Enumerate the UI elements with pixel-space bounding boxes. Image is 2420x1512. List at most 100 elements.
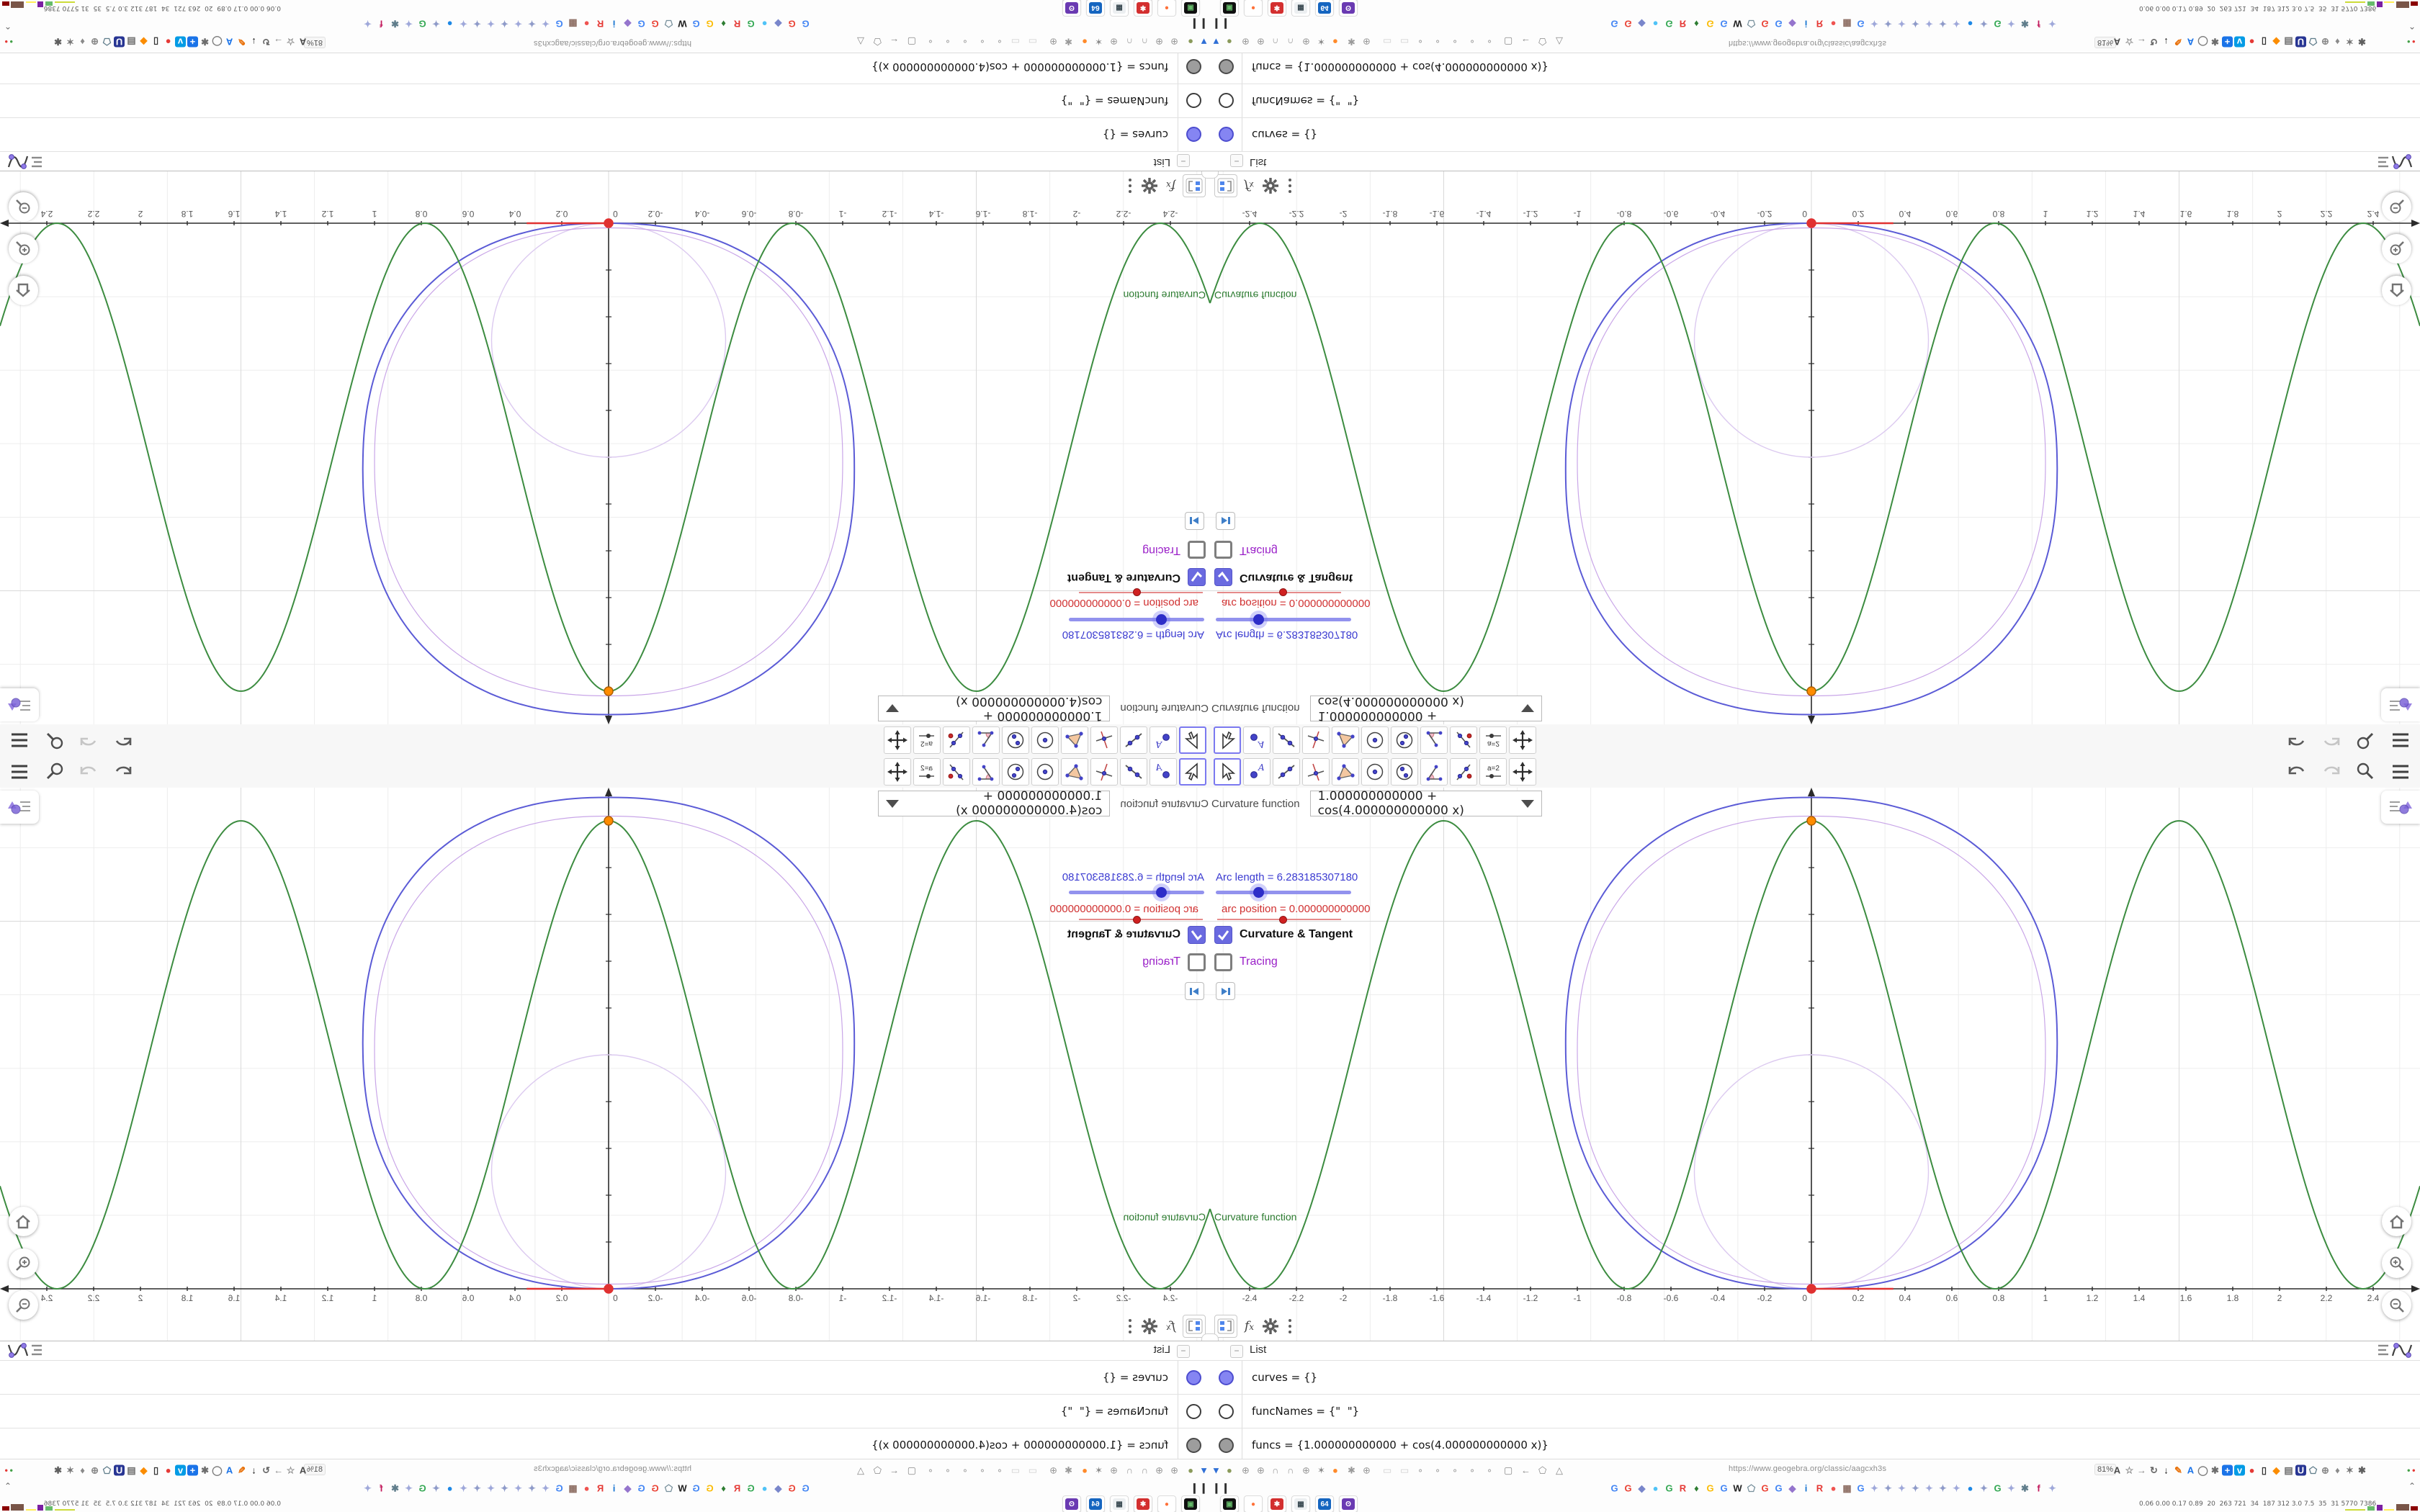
- bookmark-favicon-11[interactable]: G: [1760, 1483, 1770, 1494]
- nav-glyph-2[interactable]: ∘: [997, 37, 1003, 48]
- extension-icon-4[interactable]: ↓: [2161, 37, 2172, 48]
- bookmark-favicon-21[interactable]: ✦: [1896, 1482, 1907, 1494]
- polygon-tool-button[interactable]: [1332, 758, 1359, 786]
- perpendicular-tool-button[interactable]: [1302, 758, 1330, 786]
- taskbar-app-5[interactable]: ʘ: [1339, 1495, 1358, 1512]
- bookmark-favicon-3[interactable]: ●: [759, 19, 770, 30]
- angle-tool-button[interactable]: [1420, 758, 1448, 786]
- extension-icon-14[interactable]: ▤: [2283, 37, 2294, 48]
- menu-button[interactable]: [9, 729, 30, 751]
- split-view-button[interactable]: [1183, 1315, 1206, 1338]
- line-tool-button[interactable]: [1120, 758, 1147, 786]
- arc-length-slider[interactable]: [1069, 887, 1204, 898]
- status-icon-6[interactable]: ⊕: [1302, 37, 1310, 48]
- nav-glyph-6[interactable]: ∘: [928, 1465, 933, 1476]
- arc-position-slider-handle[interactable]: [1133, 916, 1141, 924]
- bookmark-favicon-14[interactable]: i: [609, 1483, 619, 1494]
- extension-icon-15[interactable]: U: [114, 36, 125, 48]
- search-button[interactable]: [2355, 729, 2377, 751]
- extension-icon-17[interactable]: ⊕: [2320, 1464, 2331, 1476]
- extension-icon-12[interactable]: ▯: [151, 1464, 161, 1476]
- home-button[interactable]: [2382, 1207, 2411, 1236]
- status-icon-3[interactable]: ⊕: [1155, 37, 1163, 48]
- circle-tool-button[interactable]: [1031, 726, 1059, 754]
- extension-icon-19[interactable]: ✶: [2344, 37, 2355, 48]
- angle-tool-button[interactable]: [972, 758, 1000, 786]
- extension-icon-14[interactable]: ▤: [126, 1464, 137, 1476]
- bookmark-favicon-25[interactable]: ✦: [458, 19, 469, 30]
- visibility-marble[interactable]: [1218, 1437, 1234, 1453]
- bookmark-favicon-32[interactable]: ✦: [362, 19, 373, 30]
- chevron-up-icon[interactable]: ⌃: [2408, 21, 2416, 31]
- extension-icon-10[interactable]: v: [2234, 1464, 2245, 1476]
- bookmark-favicon-26[interactable]: ●: [1965, 19, 1976, 30]
- status-icon-4[interactable]: ∩: [1272, 37, 1278, 48]
- extension-icon-18[interactable]: ♦: [2332, 1465, 2343, 1476]
- tracing-checkbox[interactable]: [1188, 541, 1206, 559]
- visibility-marble[interactable]: [1218, 93, 1234, 109]
- bookmark-favicon-8[interactable]: G: [1718, 1483, 1729, 1494]
- extension-icon-2[interactable]: →: [2136, 37, 2147, 48]
- bookmark-favicon-31[interactable]: f: [376, 19, 387, 30]
- collapse-list-button[interactable]: −: [1230, 1345, 1243, 1358]
- bookmark-favicon-28[interactable]: G: [417, 1483, 428, 1494]
- bookmark-favicon-22[interactable]: ✦: [499, 19, 510, 30]
- extension-icon-13[interactable]: ◆: [2271, 1464, 2282, 1476]
- bookmark-favicon-32[interactable]: ✦: [362, 1482, 373, 1494]
- move-view-tool-button[interactable]: [1509, 758, 1536, 786]
- status-icon-1[interactable]: ●: [1188, 1465, 1193, 1476]
- bookmark-favicon-10[interactable]: ⬠: [663, 19, 674, 30]
- bookmark-favicon-26[interactable]: ●: [1965, 1483, 1976, 1494]
- fx-icon[interactable]: fx: [1245, 1319, 1254, 1333]
- extension-icon-5[interactable]: ✎: [236, 1464, 247, 1476]
- bookmark-favicon-26[interactable]: ●: [444, 1483, 455, 1494]
- bookmark-favicon-27[interactable]: ✦: [1978, 1482, 1989, 1494]
- collapse-list-button[interactable]: −: [1177, 154, 1190, 167]
- arc-position-point[interactable]: [1806, 1284, 1816, 1294]
- extension-icon-3[interactable]: ↻: [2148, 1464, 2159, 1476]
- perpendicular-tool-button[interactable]: [1090, 726, 1118, 754]
- bookmark-favicon-27[interactable]: ✦: [431, 19, 442, 30]
- bookmark-favicon-3[interactable]: ●: [1650, 19, 1661, 30]
- status-icon-0[interactable]: ▼: [1211, 1466, 1221, 1475]
- nav-glyph-10[interactable]: △: [857, 1465, 864, 1476]
- visibility-marble[interactable]: [1186, 127, 1202, 143]
- bookmark-favicon-21[interactable]: ✦: [513, 19, 524, 30]
- bookmark-favicon-28[interactable]: G: [417, 19, 428, 30]
- bookmark-favicon-19[interactable]: ✦: [1869, 1482, 1880, 1494]
- arc-length-slider[interactable]: [1216, 614, 1351, 625]
- bookmark-favicon-9[interactable]: W: [1732, 1483, 1743, 1494]
- bookmark-favicon-1[interactable]: G: [1623, 1483, 1634, 1494]
- extension-icon-15[interactable]: U: [114, 1464, 125, 1476]
- bookmark-favicon-15[interactable]: R: [1814, 1483, 1825, 1494]
- status-icon-9[interactable]: ✱: [1348, 1466, 1355, 1475]
- bookmark-favicon-25[interactable]: ✦: [458, 1482, 469, 1494]
- status-icon-0[interactable]: ▼: [1199, 37, 1209, 48]
- split-view-button[interactable]: [1214, 174, 1237, 197]
- taskbar-app-5[interactable]: ʘ: [1339, 0, 1358, 17]
- bookmark-favicon-9[interactable]: W: [677, 19, 688, 30]
- redo-button[interactable]: [78, 729, 99, 751]
- zoom-in-button[interactable]: [2382, 1248, 2411, 1278]
- nav-glyph-5[interactable]: ∘: [945, 37, 951, 48]
- extension-icon-20[interactable]: ✱: [53, 1464, 63, 1476]
- status-icon-8[interactable]: ●: [1332, 37, 1338, 48]
- bookmark-favicon-24[interactable]: ✦: [472, 19, 483, 30]
- split-view-button[interactable]: [1183, 174, 1206, 197]
- bookmark-favicon-7[interactable]: G: [1705, 1483, 1716, 1494]
- bookmark-favicon-20[interactable]: ✦: [1883, 1482, 1894, 1494]
- conic-tool-button[interactable]: [1002, 726, 1029, 754]
- slider-tool-button[interactable]: a=2: [913, 758, 941, 786]
- zoom-in-button[interactable]: [9, 234, 38, 264]
- nav-glyph-3[interactable]: ∘: [980, 37, 985, 48]
- zoom-out-button[interactable]: [2382, 192, 2411, 222]
- bookmark-favicon-17[interactable]: ▦: [1842, 19, 1852, 30]
- taskbar-app-1[interactable]: ●: [1244, 0, 1263, 17]
- bookmark-favicon-4[interactable]: G: [745, 1483, 756, 1494]
- curvature-tangent-checkbox[interactable]: [1214, 568, 1232, 586]
- nav-glyph-0[interactable]: ▭: [1383, 1466, 1392, 1475]
- trace-point[interactable]: [1806, 686, 1816, 696]
- nav-glyph-2[interactable]: ∘: [1417, 37, 1423, 48]
- extension-icon-10[interactable]: v: [175, 1464, 186, 1476]
- status-icon-0[interactable]: ▼: [1199, 1465, 1209, 1476]
